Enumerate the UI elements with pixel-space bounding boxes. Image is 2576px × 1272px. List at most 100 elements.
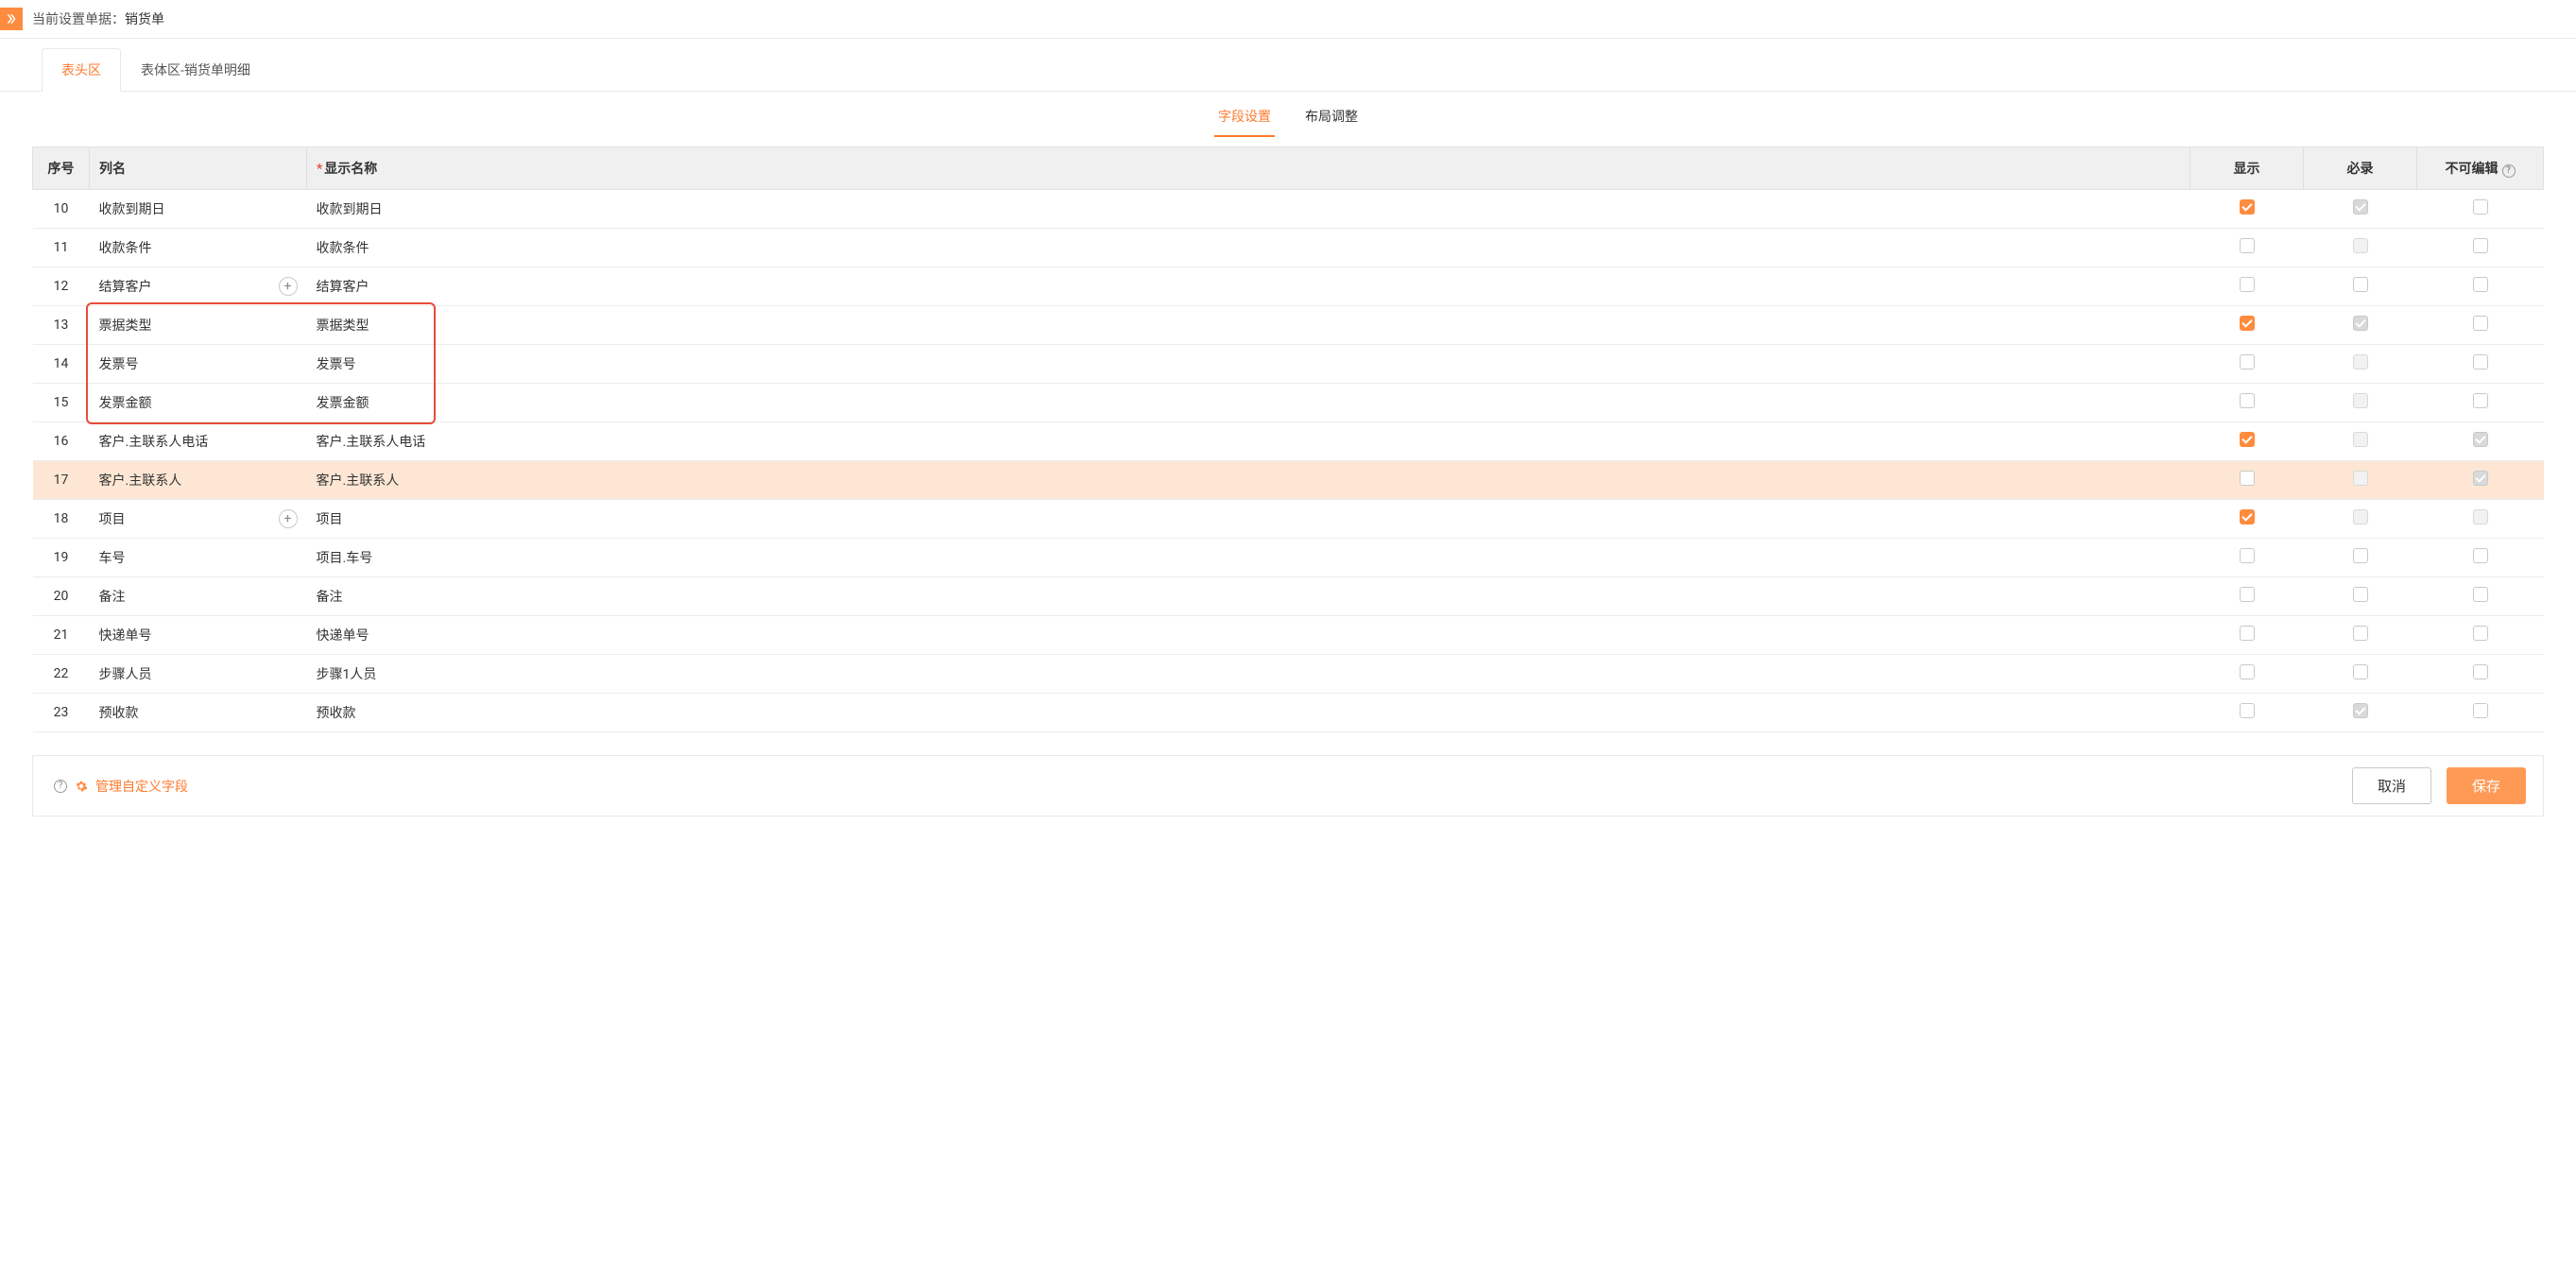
seq-cell: 16 [33, 422, 90, 461]
checkbox[interactable] [2353, 199, 2368, 215]
checkbox[interactable] [2240, 703, 2255, 718]
checkbox[interactable] [2473, 664, 2488, 679]
checkbox[interactable] [2353, 548, 2368, 563]
cancel-button[interactable]: 取消 [2352, 767, 2431, 804]
subtab-1[interactable]: 布局调整 [1301, 107, 1362, 137]
checkbox[interactable] [2473, 432, 2488, 447]
help-icon[interactable]: ? [2502, 164, 2516, 178]
display-cell[interactable]: 项目.车号 [307, 539, 2190, 577]
footer-help-icon[interactable]: ? [54, 780, 67, 793]
checkbox[interactable] [2353, 703, 2368, 718]
checkbox[interactable] [2473, 316, 2488, 331]
display-cell[interactable]: 发票金额 [307, 384, 2190, 422]
display-cell[interactable]: 客户.主联系人电话 [307, 422, 2190, 461]
display-cell[interactable]: 收款到期日 [307, 190, 2190, 229]
checkbox[interactable] [2353, 277, 2368, 292]
checkbox[interactable] [2473, 393, 2488, 408]
save-button[interactable]: 保存 [2447, 767, 2526, 804]
checkbox[interactable] [2473, 587, 2488, 602]
required-cell [2304, 345, 2417, 384]
checkbox[interactable] [2240, 393, 2255, 408]
seq-cell: 22 [33, 655, 90, 694]
checkbox[interactable] [2353, 626, 2368, 641]
checkbox [2353, 354, 2368, 370]
name-text: 预收款 [99, 703, 139, 722]
checkbox[interactable] [2353, 587, 2368, 602]
checkbox[interactable] [2473, 238, 2488, 253]
gear-icon [75, 780, 88, 793]
checkbox[interactable] [2353, 664, 2368, 679]
checkbox[interactable] [2473, 703, 2488, 718]
field-table: 序号 列名 *显示名称 显示 必录 不可编辑? 10收款到期日收款到期日11收款… [32, 146, 2544, 732]
manage-custom-fields-link[interactable]: 管理自定义字段 [95, 777, 188, 796]
plus-icon[interactable]: + [279, 509, 298, 528]
checkbox[interactable] [2240, 354, 2255, 370]
checkbox[interactable] [2473, 548, 2488, 563]
show-cell [2190, 229, 2304, 267]
checkbox[interactable] [2240, 238, 2255, 253]
name-text: 项目 [99, 509, 126, 528]
checkbox[interactable] [2240, 509, 2255, 524]
checkbox[interactable] [2240, 587, 2255, 602]
display-cell[interactable]: 项目 [307, 500, 2190, 539]
table-row: 14发票号发票号 [33, 345, 2544, 384]
checkbox[interactable] [2353, 316, 2368, 331]
display-cell[interactable]: 步骤1人员 [307, 655, 2190, 694]
col-readonly-header: 不可编辑? [2417, 147, 2544, 190]
name-cell: 车号 [90, 539, 307, 577]
required-star: * [317, 162, 322, 177]
required-cell [2304, 694, 2417, 732]
display-cell[interactable]: 备注 [307, 577, 2190, 616]
table-row: 17客户.主联系人客户.主联系人 [33, 461, 2544, 500]
expand-toggle-icon[interactable] [0, 8, 23, 30]
table-row: 22步骤人员步骤1人员 [33, 655, 2544, 694]
seq-cell: 20 [33, 577, 90, 616]
tab-0[interactable]: 表头区 [42, 48, 121, 92]
table-row: 18 项目 + 项目 [33, 500, 2544, 539]
required-cell [2304, 267, 2417, 306]
checkbox[interactable] [2473, 626, 2488, 641]
seq-cell: 10 [33, 190, 90, 229]
subtab-0[interactable]: 字段设置 [1214, 107, 1275, 137]
show-cell [2190, 384, 2304, 422]
name-cell: 票据类型 [90, 306, 307, 345]
checkbox[interactable] [2240, 316, 2255, 331]
checkbox[interactable] [2240, 548, 2255, 563]
show-cell [2190, 190, 2304, 229]
table-body: 10收款到期日收款到期日11收款条件收款条件12结算客户+结算客户13票据类型票… [33, 190, 2544, 732]
seq-cell: 15 [33, 384, 90, 422]
display-cell[interactable]: 发票号 [307, 345, 2190, 384]
checkbox [2473, 509, 2488, 524]
seq-cell: 18 [33, 500, 90, 539]
checkbox[interactable] [2240, 664, 2255, 679]
checkbox[interactable] [2473, 277, 2488, 292]
checkbox[interactable] [2473, 199, 2488, 215]
col-display-label: 显示名称 [324, 162, 377, 177]
readonly-cell [2417, 190, 2544, 229]
checkbox[interactable] [2473, 471, 2488, 486]
checkbox [2353, 393, 2368, 408]
show-cell [2190, 345, 2304, 384]
checkbox[interactable] [2240, 432, 2255, 447]
checkbox[interactable] [2240, 471, 2255, 486]
display-cell[interactable]: 结算客户 [307, 267, 2190, 306]
plus-icon[interactable]: + [279, 277, 298, 296]
col-required-header: 必录 [2304, 147, 2417, 190]
checkbox[interactable] [2240, 626, 2255, 641]
display-cell[interactable]: 预收款 [307, 694, 2190, 732]
display-cell[interactable]: 快递单号 [307, 616, 2190, 655]
name-text: 发票号 [99, 354, 139, 373]
required-cell [2304, 384, 2417, 422]
name-cell: 备注 [90, 577, 307, 616]
readonly-cell [2417, 539, 2544, 577]
display-cell[interactable]: 收款条件 [307, 229, 2190, 267]
checkbox[interactable] [2240, 277, 2255, 292]
required-cell [2304, 422, 2417, 461]
readonly-cell [2417, 500, 2544, 539]
tab-1[interactable]: 表体区-销货单明细 [121, 48, 270, 92]
required-cell [2304, 539, 2417, 577]
checkbox[interactable] [2240, 199, 2255, 215]
display-cell[interactable]: 票据类型 [307, 306, 2190, 345]
checkbox[interactable] [2473, 354, 2488, 370]
display-cell[interactable]: 客户.主联系人 [307, 461, 2190, 500]
